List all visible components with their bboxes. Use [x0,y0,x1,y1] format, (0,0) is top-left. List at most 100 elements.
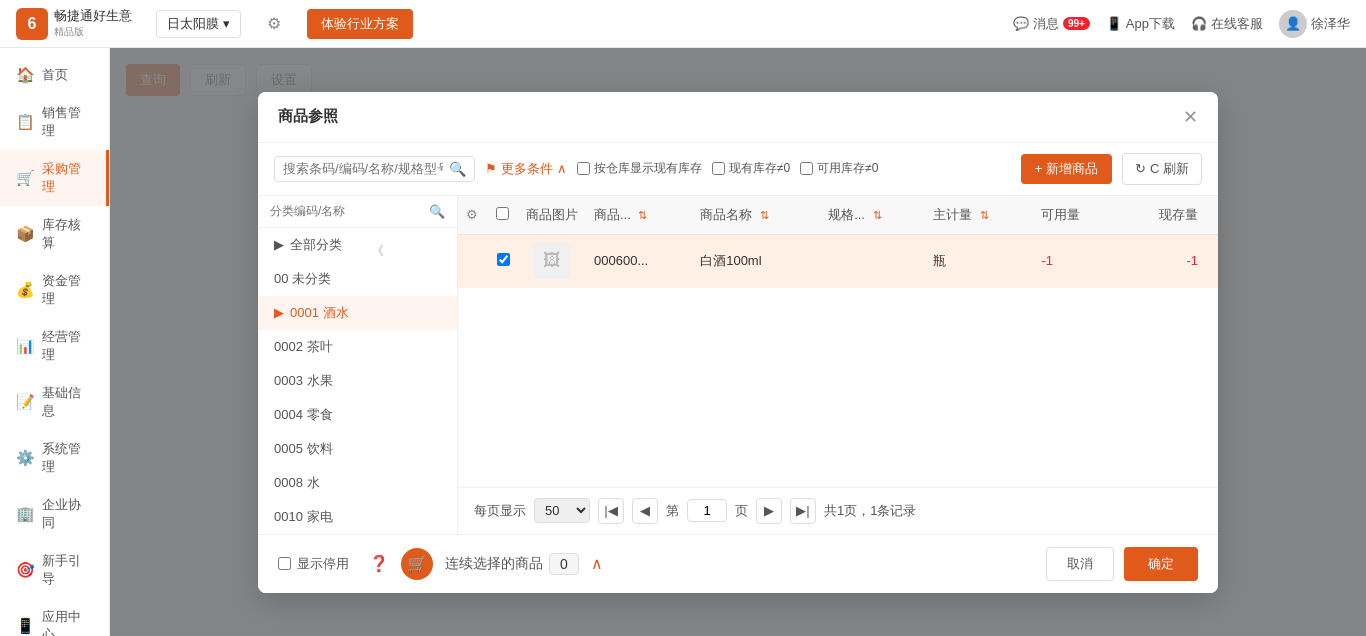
sidebar-item-system[interactable]: ⚙️ 系统管理 [0,430,109,486]
sidebar-item-inventory[interactable]: 📦 库存核算 [0,206,109,262]
sort-code-icon: ⇅ [638,209,647,221]
checkbox-show-stock[interactable]: 按仓库显示现有库存 [577,160,702,177]
filter-icon: ⚑ [485,161,497,176]
category-search-input[interactable] [270,204,423,218]
row-code-cell: 000600... [586,234,692,287]
sidebar-item-operations[interactable]: 📊 经营管理 [0,318,109,374]
sidebar-item-guide[interactable]: 🎯 新手引导 [0,542,109,598]
select-all-checkbox[interactable] [496,207,509,220]
search-icon[interactable]: 🔍 [449,161,466,177]
row-unit-cell: 瓶 [925,234,1033,287]
user-menu[interactable]: 👤 徐泽华 [1279,10,1350,38]
th-code[interactable]: 商品... ⇅ [586,196,692,235]
next-page-btn[interactable]: ▶ [756,498,782,524]
th-stock: 现存量 [1117,196,1218,235]
sort-unit-icon: ⇅ [980,209,989,221]
row-spec-cell [820,234,925,287]
logo-icon: 6 [16,8,48,40]
row-stock-cell: -1 [1117,234,1218,287]
first-page-btn[interactable]: |◀ [598,498,624,524]
page-size-select[interactable]: 50 10 20 100 [534,498,590,523]
settings-col-icon[interactable]: ⚙ [466,207,478,222]
modal-title: 商品参照 [278,107,338,126]
sidebar-item-appcenter[interactable]: 📱 应用中心 [0,598,109,636]
search-box: 🔍 [274,156,475,182]
basic-icon: 📝 [16,393,34,411]
panel-collapse-btn[interactable]: 《 [367,238,388,264]
checkbox-nonzero-available[interactable]: 可用库存≠0 [800,160,878,177]
th-spec[interactable]: 规格... ⇅ [820,196,925,235]
row-checkbox[interactable] [497,253,510,266]
last-page-btn[interactable]: ▶| [790,498,816,524]
table-scroll[interactable]: ⚙ 商品图片 [458,196,1218,487]
online-service-btn[interactable]: 🎧 在线客服 [1191,15,1263,33]
checkbox-nonzero-stock[interactable]: 现有库存≠0 [712,160,790,177]
messages-btn[interactable]: 💬 消息 99+ [1013,15,1090,33]
row-available-cell: -1 [1033,234,1116,287]
chevron-down-icon: ▾ [223,16,230,31]
category-item-0005[interactable]: 0005 饮料 [258,432,457,466]
logo-area: 6 畅捷通好生意 精品版 [16,8,132,40]
settings-icon[interactable]: ⚙ [253,8,295,39]
confirm-button[interactable]: 确定 [1124,547,1198,581]
category-item-0010[interactable]: 0010 家电 [258,500,457,534]
category-item-0008[interactable]: 0008 水 [258,466,457,500]
main-layout: 🏠 首页 📋 销售管理 🛒 采购管理 📦 库存核算 💰 资金管理 📊 经营管理 … [0,48,1366,636]
cart-btn[interactable]: 🛒 [401,548,433,580]
sidebar-item-finance[interactable]: 💰 资金管理 [0,262,109,318]
sidebar-item-sales[interactable]: 📋 销售管理 [0,94,109,150]
sidebar: 🏠 首页 📋 销售管理 🛒 采购管理 📦 库存核算 💰 资金管理 📊 经营管理 … [0,48,110,636]
product-thumbnail: 🖼 [534,243,570,279]
cancel-button[interactable]: 取消 [1046,547,1114,581]
prev-page-btn[interactable]: ◀ [632,498,658,524]
products-table: ⚙ 商品图片 [458,196,1218,288]
top-nav: 6 畅捷通好生意 精品版 日太阳膜 ▾ ⚙ 体验行业方案 💬 消息 99+ 📱 … [0,0,1366,48]
help-icon[interactable]: ❓ [369,554,389,573]
modal-close-button[interactable]: ✕ [1183,106,1198,128]
modal-body: 🔍 《 ▶ 全部分类 00 未分类 ▶ [258,196,1218,534]
total-info: 共1页，1条记录 [824,502,916,520]
appcenter-icon: 📱 [16,617,34,635]
th-unit[interactable]: 主计量 ⇅ [925,196,1033,235]
page-number-input[interactable] [687,499,727,522]
filter-btn[interactable]: ⚑ 更多条件 ∧ [485,160,567,178]
refresh-btn[interactable]: ↻ C 刷新 [1122,153,1202,185]
modal-footer: 显示停用 ❓ 🛒 连续选择的商品 0 ∧ 取消 确定 [258,534,1218,593]
th-image: 商品图片 [518,196,586,235]
table-row[interactable]: 🖼 000600... 白酒100ml [458,234,1218,287]
home-icon: 🏠 [16,66,34,84]
message-icon: 💬 [1013,16,1029,31]
category-item-0004[interactable]: 0004 零食 [258,398,457,432]
row-settings-cell [458,234,488,287]
sidebar-item-basic[interactable]: 📝 基础信息 [0,374,109,430]
sidebar-item-purchase[interactable]: 🛒 采购管理 [0,150,109,206]
category-item-00[interactable]: 00 未分类 [258,262,457,296]
show-disabled-input[interactable] [278,557,291,570]
sidebar-item-home[interactable]: 🏠 首页 [0,56,109,94]
pagination-bar: 每页显示 50 10 20 100 |◀ ◀ 第 页 [458,487,1218,534]
th-settings: ⚙ [458,196,488,235]
store-selector[interactable]: 日太阳膜 ▾ [156,10,241,38]
add-product-btn[interactable]: + 新增商品 [1021,154,1112,184]
experience-btn[interactable]: 体验行业方案 [307,9,413,39]
row-checkbox-cell [488,234,518,287]
category-item-0001[interactable]: ▶ 0001 酒水 [258,296,457,330]
product-reference-modal: 商品参照 ✕ 🔍 ⚑ 更多条件 ∧ 按仓 [258,92,1218,593]
search-input[interactable] [283,161,443,176]
table-panel: ⚙ 商品图片 [458,196,1218,534]
collapse-arrow-icon[interactable]: ∧ [591,554,603,573]
row-name-cell: 白酒100ml [692,234,820,287]
inventory-icon: 📦 [16,225,34,243]
category-item-all[interactable]: ▶ 全部分类 [258,228,457,262]
category-search: 🔍 [258,196,457,228]
show-disabled-checkbox[interactable]: 显示停用 [278,555,349,573]
category-item-0002[interactable]: 0002 茶叶 [258,330,457,364]
finance-icon: 💰 [16,281,34,299]
app-download-btn[interactable]: 📱 App下载 [1106,15,1175,33]
sidebar-item-enterprise[interactable]: 🏢 企业协同 [0,486,109,542]
th-name[interactable]: 商品名称 ⇅ [692,196,820,235]
category-item-0003[interactable]: 0003 水果 [258,364,457,398]
category-panel: 🔍 《 ▶ 全部分类 00 未分类 ▶ [258,196,458,534]
messages-badge: 99+ [1063,17,1090,30]
category-search-icon[interactable]: 🔍 [429,204,445,219]
